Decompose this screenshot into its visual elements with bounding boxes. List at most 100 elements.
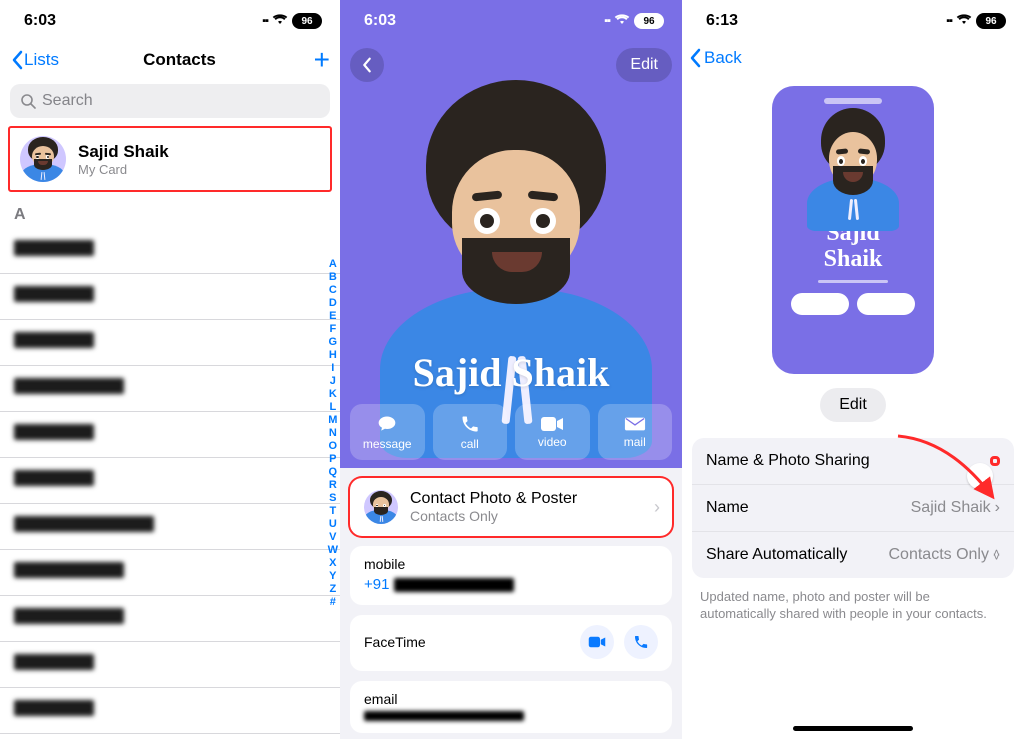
contact-row[interactable] xyxy=(0,228,340,274)
video-button[interactable]: video xyxy=(515,404,590,460)
contact-row[interactable] xyxy=(0,734,340,739)
contact-row[interactable] xyxy=(0,274,340,320)
search-placeholder: Search xyxy=(42,92,93,110)
screenshot-sharing-settings: 6:13 ▪▪ 96 Back Sajid xyxy=(682,0,1024,739)
edit-button[interactable]: Edit xyxy=(616,48,672,82)
contact-row[interactable] xyxy=(0,688,340,734)
index-letter[interactable]: Y xyxy=(329,570,336,583)
index-letter[interactable]: A xyxy=(329,258,337,271)
battery-icon: 96 xyxy=(292,13,322,29)
message-icon xyxy=(376,414,398,434)
index-letter[interactable]: Q xyxy=(329,466,338,479)
name-value: Sajid Shaik xyxy=(911,499,991,517)
index-letter[interactable]: O xyxy=(329,440,338,453)
mail-label: mail xyxy=(624,435,646,449)
sharing-settings-card: Name & Photo Sharing Name Sajid Shaik › … xyxy=(692,438,1014,578)
index-letter[interactable]: S xyxy=(329,492,336,505)
index-letter[interactable]: K xyxy=(329,388,337,401)
lists-back-label: Lists xyxy=(24,50,59,70)
annotation-highlight-box xyxy=(990,456,1000,466)
status-time: 6:03 xyxy=(364,12,396,30)
index-letter[interactable]: X xyxy=(329,557,336,570)
status-bar: 6:13 ▪▪ 96 xyxy=(682,0,1024,42)
index-letter[interactable]: P xyxy=(329,453,336,466)
my-card-sub: My Card xyxy=(78,162,169,177)
video-icon xyxy=(588,636,606,648)
poster-row-sub: Contacts Only xyxy=(410,508,577,524)
index-letter[interactable]: J xyxy=(330,375,336,388)
index-letter[interactable]: W xyxy=(328,544,338,557)
status-icons: ▪▪ 96 xyxy=(604,12,664,30)
video-icon xyxy=(540,416,564,432)
mail-button[interactable]: mail xyxy=(598,404,673,460)
email-card[interactable]: email xyxy=(350,681,672,733)
contact-row[interactable] xyxy=(0,550,340,596)
lists-back-button[interactable]: Lists xyxy=(10,50,59,70)
index-letter[interactable]: B xyxy=(329,271,337,284)
add-contact-button[interactable]: + xyxy=(300,44,330,76)
back-button[interactable]: Back xyxy=(682,42,1024,68)
contact-row[interactable] xyxy=(0,366,340,412)
index-letter[interactable]: D xyxy=(329,297,337,310)
mobile-card[interactable]: mobile +91 xyxy=(350,546,672,605)
poster-preview[interactable]: Sajid Shaik xyxy=(772,86,934,374)
mobile-value: +91 xyxy=(364,576,394,593)
battery-icon: 96 xyxy=(634,13,664,29)
index-letter[interactable]: T xyxy=(329,505,336,518)
action-buttons: message call video mail xyxy=(350,404,672,460)
my-card-avatar xyxy=(20,136,66,182)
index-letter[interactable]: R xyxy=(329,479,337,492)
contact-row[interactable] xyxy=(0,412,340,458)
index-letter[interactable]: U xyxy=(329,518,337,531)
page-title: Contacts xyxy=(59,50,300,70)
contact-row[interactable] xyxy=(0,320,340,366)
share-auto-row[interactable]: Share Automatically Contacts Only ˄˅ xyxy=(692,532,1014,578)
contact-row[interactable] xyxy=(0,504,340,550)
screenshot-contact-card: 6:03 ▪▪ 96 Edit Sajid Shaik xyxy=(340,0,682,739)
status-time: 6:13 xyxy=(706,12,738,30)
index-letter[interactable]: I xyxy=(331,362,334,375)
index-letter[interactable]: M xyxy=(328,414,337,427)
message-button[interactable]: message xyxy=(350,404,425,460)
facetime-video-button[interactable] xyxy=(580,625,614,659)
mobile-label: mobile xyxy=(364,556,658,572)
call-button[interactable]: call xyxy=(433,404,508,460)
contact-name: Sajid Shaik xyxy=(340,349,682,396)
poster-notch xyxy=(824,98,882,104)
index-letter[interactable]: # xyxy=(330,596,336,609)
section-header: A xyxy=(0,192,340,228)
my-card-name: Sajid Shaik xyxy=(78,142,169,162)
index-letter[interactable]: N xyxy=(329,427,337,440)
video-label: video xyxy=(538,435,567,449)
wifi-icon xyxy=(614,12,630,30)
navbar: Lists Contacts + xyxy=(0,42,340,78)
contact-row[interactable] xyxy=(0,642,340,688)
contact-row[interactable] xyxy=(0,596,340,642)
sharing-label: Name & Photo Sharing xyxy=(706,452,870,470)
dual-sim-icon: ▪▪ xyxy=(604,15,610,27)
index-letter[interactable]: Z xyxy=(329,583,336,596)
index-letter[interactable]: G xyxy=(329,336,338,349)
mail-icon xyxy=(624,416,646,432)
facetime-audio-button[interactable] xyxy=(624,625,658,659)
status-bar: 6:03 ▪▪ 96 xyxy=(0,0,340,42)
edit-button[interactable]: Edit xyxy=(820,388,886,422)
index-letter[interactable]: L xyxy=(329,401,336,414)
index-letter[interactable]: C xyxy=(329,284,337,297)
index-letter[interactable]: V xyxy=(329,531,336,544)
search-input[interactable]: Search xyxy=(10,84,330,118)
share-auto-label: Share Automatically xyxy=(706,546,847,564)
alpha-index-rail[interactable]: ABCDEFGHIJKLMNOPQRSTUVWXYZ# xyxy=(328,258,338,609)
my-card-row[interactable]: Sajid Shaik My Card xyxy=(8,126,332,192)
index-letter[interactable]: E xyxy=(329,310,336,323)
contact-photo-poster-row[interactable]: Contact Photo & Poster Contacts Only › xyxy=(350,478,672,536)
call-label: call xyxy=(461,437,479,451)
name-row[interactable]: Name Sajid Shaik › xyxy=(692,485,1014,532)
chevron-right-icon: › xyxy=(995,499,1000,517)
index-letter[interactable]: F xyxy=(329,323,336,336)
screenshot-contacts-list: 6:03 ▪▪ 96 Lists Contacts + Search xyxy=(0,0,340,739)
index-letter[interactable]: H xyxy=(329,349,337,362)
contact-row[interactable] xyxy=(0,458,340,504)
back-button[interactable] xyxy=(350,48,384,82)
status-icons: ▪▪ 96 xyxy=(946,12,1006,30)
